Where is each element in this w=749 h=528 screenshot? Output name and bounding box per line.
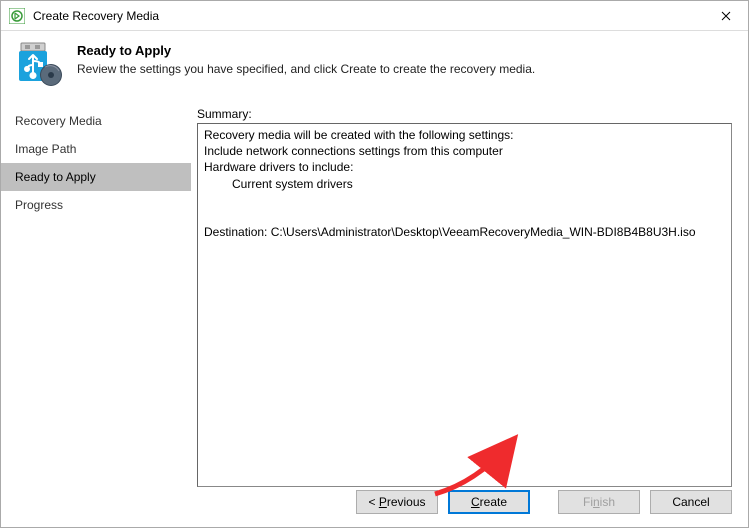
- main-panel: Summary: Recovery media will be created …: [191, 103, 748, 487]
- finish-button: Finish: [558, 490, 640, 514]
- page-description: Review the settings you have specified, …: [77, 62, 535, 76]
- usb-disc-icon: [15, 41, 63, 89]
- cancel-button[interactable]: Cancel: [650, 490, 732, 514]
- app-icon: [9, 8, 25, 24]
- close-button[interactable]: [703, 1, 748, 31]
- summary-line: Include network connections settings fro…: [204, 144, 503, 158]
- summary-textbox[interactable]: Recovery media will be created with the …: [197, 123, 732, 487]
- wizard-footer: < Previous Create Finish Cancel: [1, 477, 748, 527]
- titlebar: Create Recovery Media: [1, 1, 748, 31]
- sidebar-item-ready-to-apply[interactable]: Ready to Apply: [1, 163, 191, 191]
- summary-line-indent: Current system drivers: [204, 176, 725, 192]
- sidebar-item-recovery-media[interactable]: Recovery Media: [1, 107, 191, 135]
- summary-line: Hardware drivers to include:: [204, 160, 353, 174]
- summary-line: Recovery media will be created with the …: [204, 128, 513, 142]
- create-button[interactable]: Create: [448, 490, 530, 514]
- wizard-sidebar: Recovery Media Image Path Ready to Apply…: [1, 103, 191, 487]
- summary-label: Summary:: [197, 107, 732, 121]
- window-title: Create Recovery Media: [33, 9, 703, 23]
- page-header: Ready to Apply Review the settings you h…: [1, 31, 748, 103]
- previous-button[interactable]: < Previous: [356, 490, 438, 514]
- summary-line: Destination: C:\Users\Administrator\Desk…: [204, 225, 696, 239]
- sidebar-item-image-path[interactable]: Image Path: [1, 135, 191, 163]
- sidebar-item-progress[interactable]: Progress: [1, 191, 191, 219]
- page-title: Ready to Apply: [77, 43, 535, 58]
